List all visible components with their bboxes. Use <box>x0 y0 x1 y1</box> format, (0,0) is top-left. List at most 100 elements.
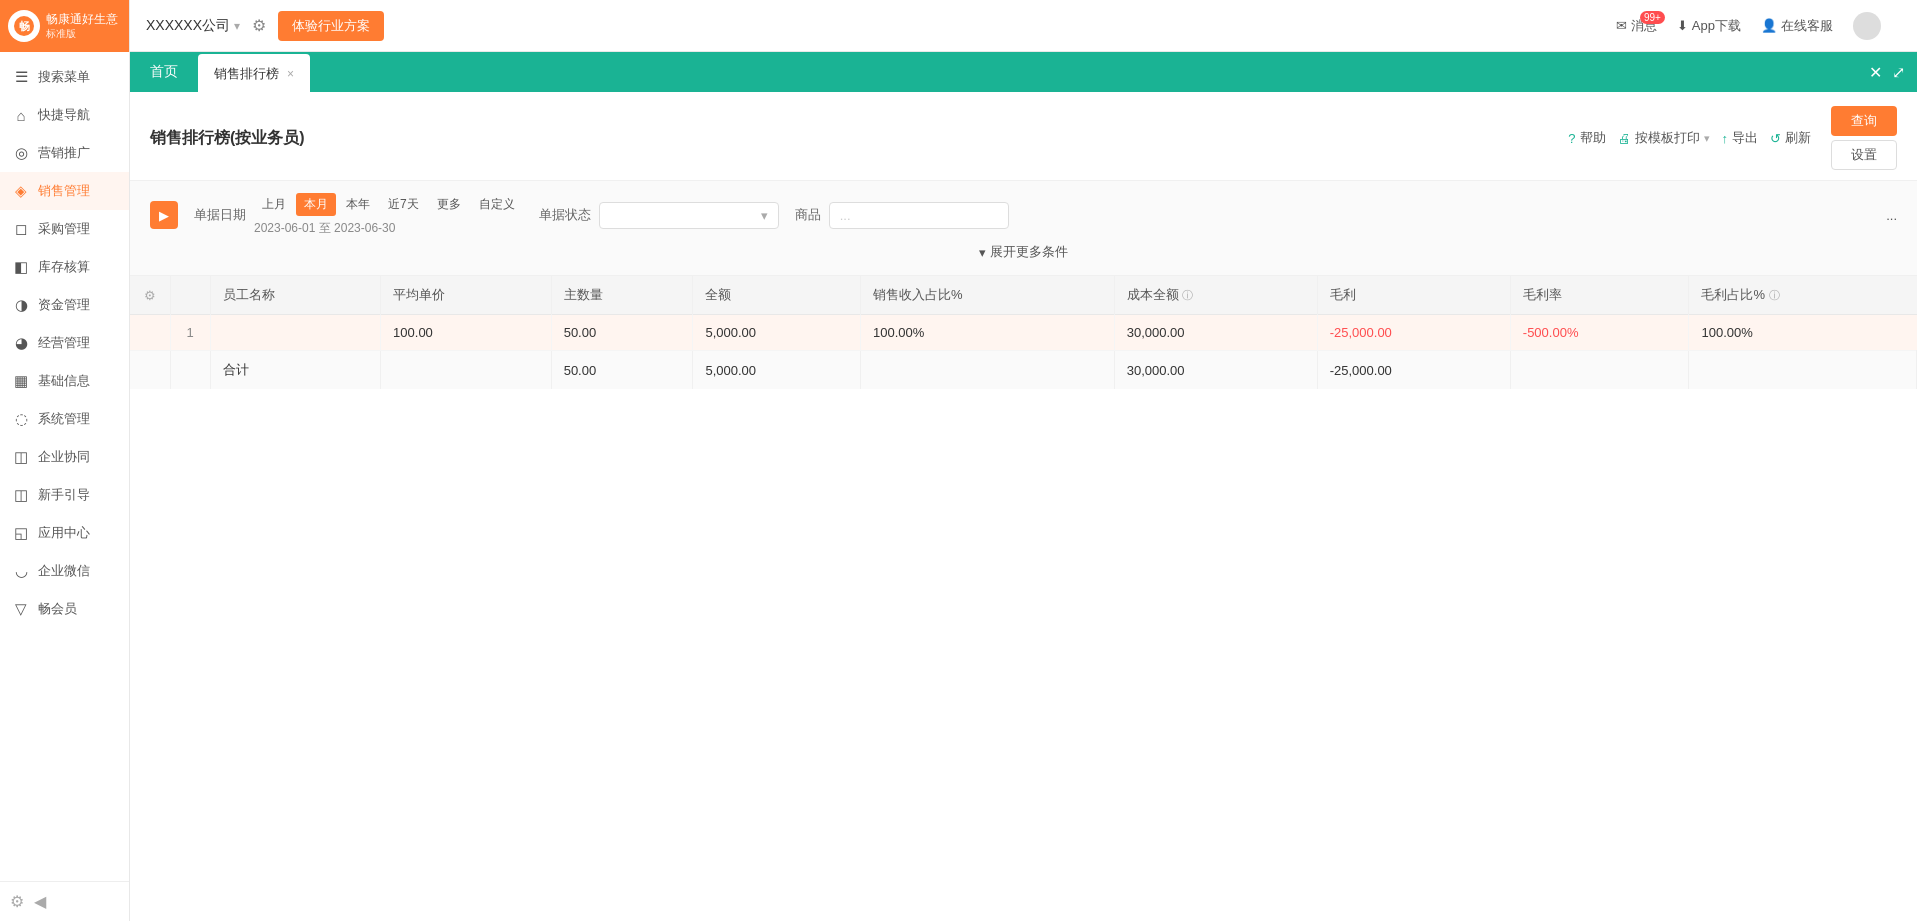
expand-conditions-button[interactable]: ▾ 展开更多条件 <box>979 243 1068 261</box>
template-print-button[interactable]: 🖨 按模板打印 ▾ <box>1618 129 1710 147</box>
help-icon: ? <box>1568 131 1575 146</box>
table-row: 1 100.00 50.00 5,000.00 100.00% 30,000.0… <box>130 315 1917 351</box>
avatar[interactable] <box>1853 12 1881 40</box>
sidebar-item-enterprise-wechat[interactable]: ◡ 企业微信 <box>0 552 129 590</box>
window-close-icon[interactable]: ✕ <box>1869 63 1882 82</box>
chevron-down-icon: ▾ <box>234 19 240 33</box>
sidebar-item-basic-info[interactable]: ▦ 基础信息 <box>0 362 129 400</box>
app-center-icon: ◱ <box>12 524 30 542</box>
row-settings <box>130 315 170 351</box>
date-tab-this-month[interactable]: 本月 <box>296 193 336 216</box>
expand-icon: ▾ <box>979 245 986 260</box>
sidebar-item-enterprise-coop[interactable]: ◫ 企业协同 <box>0 438 129 476</box>
basic-info-icon: ▦ <box>12 372 30 390</box>
date-filter: 单据日期 上月 本月 本年 近7天 更多 自定义 2023-06-01 至 20… <box>194 193 523 237</box>
date-tab-last-month[interactable]: 上月 <box>254 193 294 216</box>
sidebar-settings-icon[interactable]: ⚙ <box>10 892 24 911</box>
download-icon: ⬇ <box>1677 18 1688 33</box>
status-filter: 单据状态 ▾ <box>539 202 779 229</box>
export-icon: ↑ <box>1722 131 1729 146</box>
date-range: 2023-06-01 至 2023-06-30 <box>254 220 523 237</box>
date-tab-this-year[interactable]: 本年 <box>338 193 378 216</box>
sidebar-item-quick-nav[interactable]: ⌂ 快捷导航 <box>0 96 129 134</box>
row-gross: -25,000.00 <box>1317 315 1510 351</box>
tab-sales-ranking[interactable]: 销售排行榜 × <box>198 54 310 94</box>
col-gross-pct: 毛利占比% ⓘ <box>1689 276 1917 315</box>
help-button[interactable]: ? 帮助 <box>1568 129 1605 147</box>
system-icon: ◌ <box>12 410 30 428</box>
marketing-icon: ◎ <box>12 144 30 162</box>
cost-info-icon[interactable]: ⓘ <box>1182 289 1193 301</box>
goods-input[interactable]: ... <box>829 202 1009 229</box>
col-settings[interactable]: ⚙ <box>130 276 170 315</box>
sidebar-item-inventory[interactable]: ◧ 库存核算 <box>0 248 129 286</box>
refresh-button[interactable]: ↺ 刷新 <box>1770 129 1811 147</box>
search-icon: ☰ <box>12 68 30 86</box>
col-employee: 员工名称 <box>210 276 381 315</box>
tab-close-icon[interactable]: × <box>287 67 294 81</box>
date-tab-custom[interactable]: 自定义 <box>471 193 523 216</box>
row-employee <box>210 315 381 351</box>
page-actions: ? 帮助 🖨 按模板打印 ▾ ↑ 导出 ↺ 刷新 <box>1568 106 1897 170</box>
settings-button[interactable]: 设置 <box>1831 140 1897 170</box>
col-gross: 毛利 <box>1317 276 1510 315</box>
date-tab-more[interactable]: 更多 <box>429 193 469 216</box>
topbar-right: ✉ 消息 99+ ⬇ App下载 👤 在线客服 <box>1616 12 1901 40</box>
company-selector[interactable]: XXXXXX公司 ▾ <box>146 17 240 35</box>
page-container: 销售排行榜(按业务员) ? 帮助 🖨 按模板打印 ▾ ↑ 导出 <box>130 92 1917 921</box>
online-service-button[interactable]: 👤 在线客服 <box>1761 17 1833 35</box>
service-icon: 👤 <box>1761 18 1777 33</box>
sidebar-item-operation[interactable]: ◕ 经营管理 <box>0 324 129 362</box>
query-button[interactable]: 查询 <box>1831 106 1897 136</box>
status-select[interactable]: ▾ <box>599 202 779 229</box>
col-cost: 成本全额 ⓘ <box>1114 276 1317 315</box>
svg-text:畅: 畅 <box>19 20 30 32</box>
sidebar-footer: ⚙ ◀ <box>0 881 129 921</box>
guide-icon: ◫ <box>12 486 30 504</box>
export-button[interactable]: ↑ 导出 <box>1722 129 1759 147</box>
col-avg-price: 平均单价 <box>381 276 552 315</box>
print-icon: 🖨 <box>1618 131 1631 146</box>
app-download-button[interactable]: ⬇ App下载 <box>1677 17 1741 35</box>
sidebar-logo: 畅 畅康通好生意 标准版 <box>0 0 129 52</box>
date-label: 单据日期 <box>194 206 246 224</box>
footer-gross: -25,000.00 <box>1317 351 1510 390</box>
more-dots: ... <box>1886 208 1897 223</box>
footer-cost: 30,000.00 <box>1114 351 1317 390</box>
sidebar-collapse-icon[interactable]: ◀ <box>34 892 46 911</box>
date-tabs: 上月 本月 本年 近7天 更多 自定义 <box>254 193 523 216</box>
sidebar-item-finance[interactable]: ◑ 资金管理 <box>0 286 129 324</box>
sidebar-item-member[interactable]: ▽ 畅会员 <box>0 590 129 628</box>
message-badge: 99+ <box>1640 11 1665 24</box>
enterprise-coop-icon: ◫ <box>12 448 30 466</box>
trial-button[interactable]: 体验行业方案 <box>278 11 384 41</box>
page-title: 销售排行榜(按业务员) <box>150 128 305 149</box>
company-name: XXXXXX公司 <box>146 17 230 35</box>
row-gross-rate: -500.00% <box>1510 315 1689 351</box>
footer-main-qty: 50.00 <box>551 351 693 390</box>
filter-more-button[interactable]: ... <box>1886 208 1897 223</box>
sidebar-item-purchase[interactable]: ◻ 采购管理 <box>0 210 129 248</box>
filter-collapse-button[interactable]: ▶ <box>150 201 178 229</box>
sidebar-item-app-center[interactable]: ◱ 应用中心 <box>0 514 129 552</box>
gross-pct-info-icon[interactable]: ⓘ <box>1769 289 1780 301</box>
footer-label: 合计 <box>210 351 381 390</box>
sidebar-item-guide[interactable]: ◫ 新手引导 <box>0 476 129 514</box>
sidebar-item-system[interactable]: ◌ 系统管理 <box>0 400 129 438</box>
expand-row: ▾ 展开更多条件 <box>150 237 1897 263</box>
sidebar: 畅 畅康通好生意 标准版 ☰ 搜索菜单 ⌂ 快捷导航 ◎ 营销推广 ◈ 销售管理… <box>0 0 130 921</box>
finance-icon: ◑ <box>12 296 30 314</box>
row-rank: 1 <box>170 315 210 351</box>
message-button[interactable]: ✉ 消息 99+ <box>1616 17 1657 35</box>
sidebar-item-search-order[interactable]: ☰ 搜索菜单 <box>0 58 129 96</box>
status-chevron-icon: ▾ <box>761 208 768 223</box>
sidebar-item-marketing[interactable]: ◎ 营销推广 <box>0 134 129 172</box>
window-maximize-icon[interactable]: ⤢ <box>1892 63 1905 82</box>
data-table: ⚙ 员工名称 平均单价 主数量 全额 销售收入占比% 成本全额 ⓘ 毛利 <box>130 276 1917 389</box>
tab-home[interactable]: 首页 <box>130 52 198 92</box>
col-gross-rate: 毛利率 <box>1510 276 1689 315</box>
col-main-qty: 主数量 <box>551 276 693 315</box>
topbar-gear-icon[interactable]: ⚙ <box>252 16 266 35</box>
sidebar-item-sales[interactable]: ◈ 销售管理 <box>0 172 129 210</box>
date-tab-7-days[interactable]: 近7天 <box>380 193 427 216</box>
